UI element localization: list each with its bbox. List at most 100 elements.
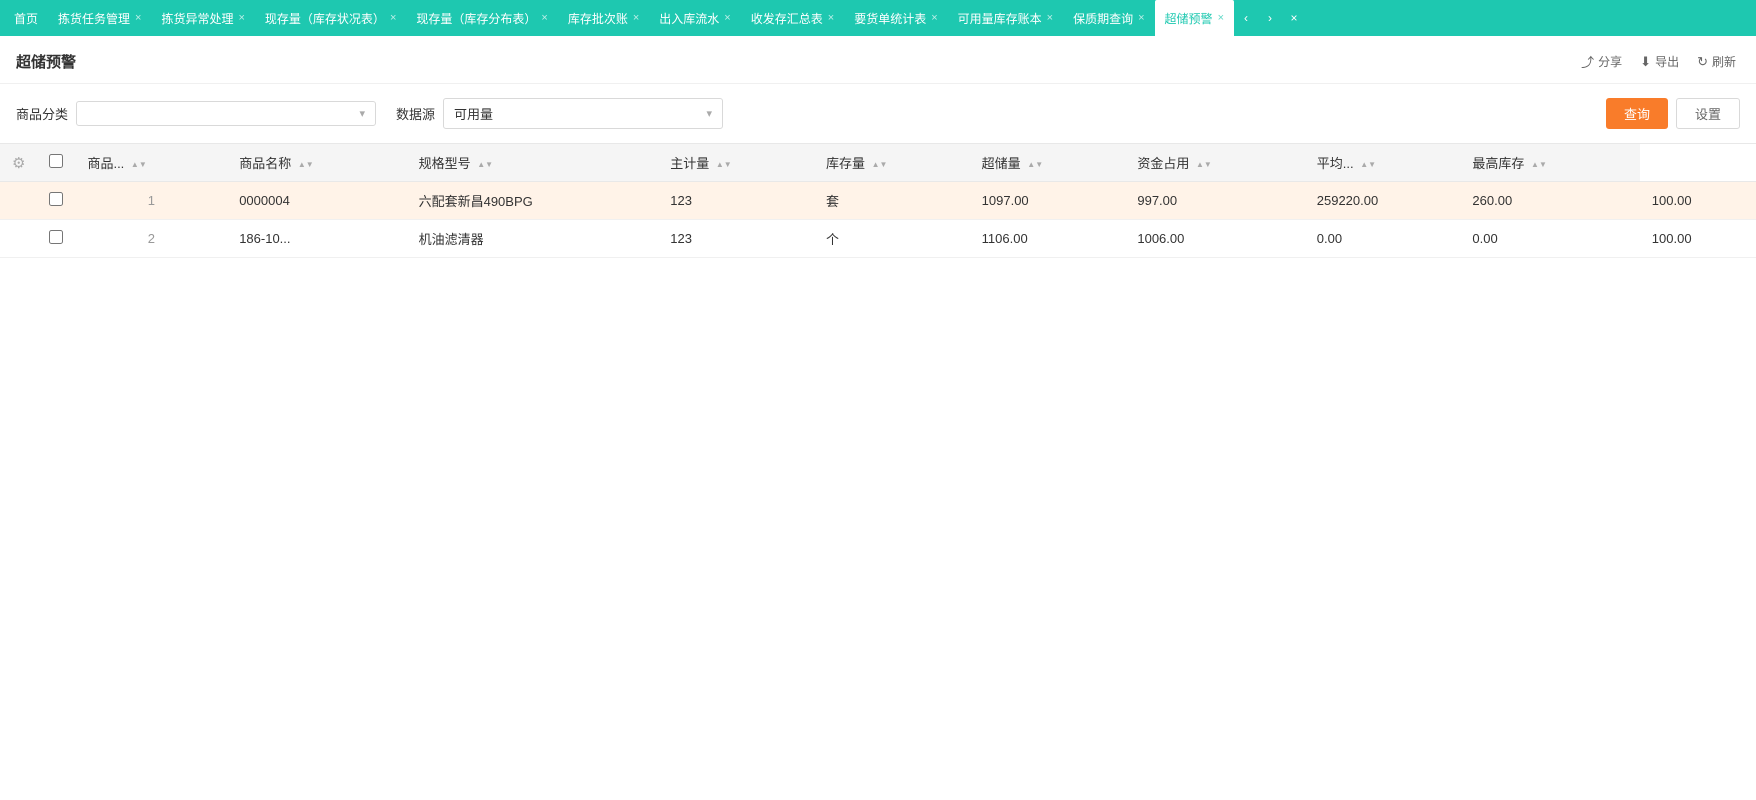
col-label: 超储量 xyxy=(982,156,1021,171)
top-navigation: 首页 拣货任务管理 × 拣货异常处理 × 现存量（库存状况表） × 现存量（库存… xyxy=(0,0,1756,36)
datasource-filter: 数据源 可用量 ▾ xyxy=(396,98,723,129)
sort-icon[interactable]: ▲▼ xyxy=(872,160,888,169)
main-content: 超储预警 ⤴ 分享 ⬇ 导出 ↻ 刷新 商品分类 ▾ 数据源 xyxy=(0,36,1756,800)
filter-buttons: 查询 设置 xyxy=(1606,98,1740,129)
category-filter: 商品分类 ▾ xyxy=(16,101,376,126)
category-select[interactable]: ▾ xyxy=(76,101,376,126)
row-stock: 1106.00 xyxy=(970,220,1126,258)
row-max-stock: 100.00 xyxy=(1640,182,1756,220)
nav-abnormal[interactable]: 拣货异常处理 × xyxy=(151,0,254,36)
nav-label: 要货单统计表 xyxy=(854,10,926,27)
close-icon[interactable]: × xyxy=(633,12,639,24)
category-label: 商品分类 xyxy=(16,104,68,123)
refresh-button[interactable]: ↻ 刷新 xyxy=(1693,51,1740,72)
gear-header: ⚙ xyxy=(0,144,37,182)
export-icon: ⬇ xyxy=(1640,54,1651,70)
nav-arrow-more[interactable]: × xyxy=(1282,0,1306,36)
sort-icon[interactable]: ▲▼ xyxy=(1360,160,1376,169)
col-label: 平均... xyxy=(1317,156,1354,171)
page-header: 超储预警 ⤴ 分享 ⬇ 导出 ↻ 刷新 xyxy=(0,36,1756,84)
share-button[interactable]: ⤴ 分享 xyxy=(1577,50,1626,73)
sort-icon[interactable]: ▲▼ xyxy=(716,160,732,169)
col-label: 最高库存 xyxy=(1472,156,1524,171)
row-checkbox[interactable] xyxy=(49,192,63,206)
close-icon[interactable]: × xyxy=(1218,12,1224,24)
nav-label: 拣货异常处理 xyxy=(161,10,233,27)
close-icon[interactable]: × xyxy=(135,12,141,24)
row-overstock: 1006.00 xyxy=(1125,220,1304,258)
nav-order-stat[interactable]: 要货单统计表 × xyxy=(844,0,947,36)
close-icon[interactable]: × xyxy=(724,12,730,24)
datasource-select[interactable]: 可用量 ▾ xyxy=(443,98,723,129)
col-stock: 库存量 ▲▼ xyxy=(814,144,970,182)
row-product-code: 0000004 xyxy=(227,182,406,220)
col-label: 规格型号 xyxy=(419,156,471,171)
nav-label: 出入库流水 xyxy=(659,10,719,27)
close-icon[interactable]: × xyxy=(1047,12,1053,24)
row-product-name: 六配套新昌490BPG xyxy=(407,182,659,220)
export-button[interactable]: ⬇ 导出 xyxy=(1636,51,1683,72)
row-product-code: 186-10... xyxy=(227,220,406,258)
chevron-down-icon: ▾ xyxy=(707,107,713,120)
row-checkbox[interactable] xyxy=(49,230,63,244)
close-icon[interactable]: × xyxy=(238,12,244,24)
row-gear-cell xyxy=(0,220,37,258)
nav-label: 超储预警 xyxy=(1165,10,1213,27)
sort-icon[interactable]: ▲▼ xyxy=(1027,160,1043,169)
row-number: 2 xyxy=(75,220,227,258)
nav-arrow-left[interactable]: ‹ xyxy=(1234,0,1258,36)
row-capital: 0.00 xyxy=(1305,220,1461,258)
close-icon[interactable]: × xyxy=(1138,12,1144,24)
row-spec: 123 xyxy=(658,220,814,258)
share-label: 分享 xyxy=(1598,53,1622,70)
nav-label: 库存批次账 xyxy=(568,10,628,27)
sort-icon[interactable]: ▲▼ xyxy=(1531,160,1547,169)
row-max-stock: 100.00 xyxy=(1640,220,1756,258)
close-icon[interactable]: × xyxy=(931,12,937,24)
data-table-wrapper: ⚙ 商品... ▲▼ 商品名称 ▲▼ 规格型号 ▲▼ xyxy=(0,143,1756,258)
row-product-name: 机油滤清器 xyxy=(407,220,659,258)
row-unit: 套 xyxy=(814,182,970,220)
select-all-checkbox[interactable] xyxy=(49,154,63,168)
nav-stock-dist[interactable]: 现存量（库存分布表） × xyxy=(406,0,557,36)
nav-arrow-right[interactable]: › xyxy=(1258,0,1282,36)
settings-button[interactable]: 设置 xyxy=(1676,98,1740,129)
sort-icon[interactable]: ▲▼ xyxy=(1196,160,1212,169)
datasource-label: 数据源 xyxy=(396,104,435,123)
nav-label: 拣货任务管理 xyxy=(58,10,130,27)
row-number: 1 xyxy=(75,182,227,220)
close-icon[interactable]: × xyxy=(828,12,834,24)
col-label: 商品名称 xyxy=(239,156,291,171)
close-icon[interactable]: × xyxy=(541,12,547,24)
nav-avail-stock[interactable]: 可用量库存账本 × xyxy=(948,0,1063,36)
nav-label: 可用量库存账本 xyxy=(958,10,1042,27)
settings-icon[interactable]: ⚙ xyxy=(12,155,25,172)
table-row: 1 0000004 六配套新昌490BPG 123 套 1097.00 997.… xyxy=(0,182,1756,220)
query-button[interactable]: 查询 xyxy=(1606,98,1668,129)
table-header-row: ⚙ 商品... ▲▼ 商品名称 ▲▼ 规格型号 ▲▼ xyxy=(0,144,1756,182)
col-capital: 资金占用 ▲▼ xyxy=(1125,144,1304,182)
table-row: 2 186-10... 机油滤清器 123 个 1106.00 1006.00 … xyxy=(0,220,1756,258)
nav-inout-flow[interactable]: 出入库流水 × xyxy=(649,0,740,36)
nav-home[interactable]: 首页 xyxy=(4,0,48,36)
col-spec: 规格型号 ▲▼ xyxy=(407,144,659,182)
nav-label: 收发存汇总表 xyxy=(751,10,823,27)
datasource-value: 可用量 xyxy=(454,104,493,123)
nav-label: 现存量（库存分布表） xyxy=(416,10,536,27)
col-label: 主计量 xyxy=(670,156,709,171)
row-avg: 0.00 xyxy=(1460,220,1639,258)
close-icon[interactable]: × xyxy=(390,12,396,24)
page-title: 超储预警 xyxy=(16,51,76,72)
row-avg: 260.00 xyxy=(1460,182,1639,220)
sort-icon[interactable]: ▲▼ xyxy=(298,160,314,169)
nav-task-mgmt[interactable]: 拣货任务管理 × xyxy=(48,0,151,36)
row-spec: 123 xyxy=(658,182,814,220)
nav-shelf-life[interactable]: 保质期查询 × xyxy=(1063,0,1154,36)
nav-stock-status[interactable]: 现存量（库存状况表） × xyxy=(255,0,406,36)
nav-batch[interactable]: 库存批次账 × xyxy=(558,0,649,36)
col-label: 商品... xyxy=(87,156,124,171)
nav-overstock[interactable]: 超储预警 × xyxy=(1155,0,1234,36)
sort-icon[interactable]: ▲▼ xyxy=(477,160,493,169)
nav-collect[interactable]: 收发存汇总表 × xyxy=(741,0,844,36)
sort-icon[interactable]: ▲▼ xyxy=(131,160,147,169)
